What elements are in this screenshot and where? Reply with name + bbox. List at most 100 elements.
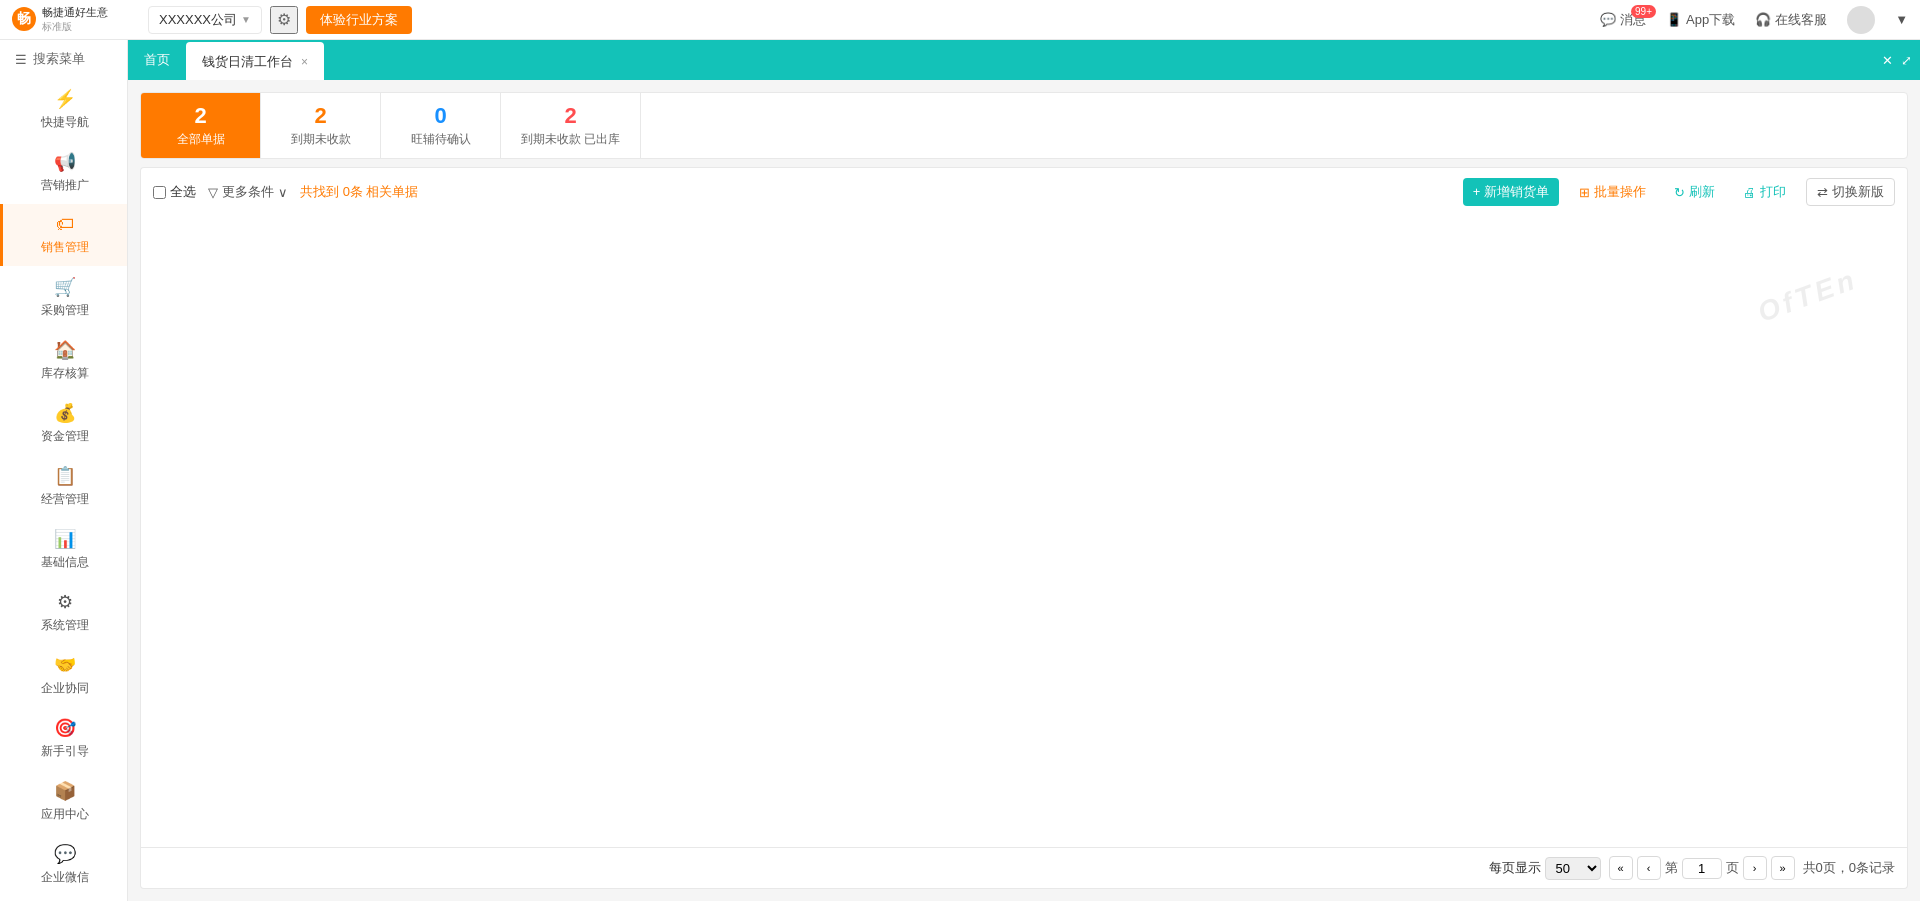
basics-icon: 📊 bbox=[54, 528, 76, 550]
sidebar-label-guide: 新手引导 bbox=[41, 743, 89, 760]
collapse-icon[interactable]: ✕ bbox=[1882, 53, 1893, 68]
refresh-label: 刷新 bbox=[1689, 183, 1715, 201]
app-download-button[interactable]: 📱 App下载 bbox=[1666, 11, 1735, 29]
stat-label-pending: 旺辅待确认 bbox=[401, 131, 480, 148]
tab-home[interactable]: 首页 bbox=[128, 40, 186, 80]
quick-nav-icon: ⚡ bbox=[54, 88, 76, 110]
sidebar-item-basics[interactable]: 📊 基础信息 bbox=[0, 518, 127, 581]
stats-tabs: 2 全部单据 2 到期未收款 0 旺辅待确认 2 到期未收款 已出库 bbox=[140, 92, 1908, 159]
sidebar-item-enterprise[interactable]: 🤝 企业协同 bbox=[0, 644, 127, 707]
table-area bbox=[140, 216, 1908, 848]
total-info: 共0页，0条记录 bbox=[1803, 859, 1895, 877]
filter-chevron-icon: ∨ bbox=[278, 185, 288, 200]
batch-operations-button[interactable]: ⊞ 批量操作 bbox=[1571, 179, 1654, 205]
sidebar-item-vip[interactable]: V 畅会员 bbox=[0, 896, 127, 901]
main-layout: ☰ 搜索菜单 ⚡ 快捷导航 📢 营销推广 🏷 销售管理 🛒 采购管理 🏠 库存核… bbox=[0, 40, 1920, 901]
company-name: XXXXXX公司 bbox=[159, 11, 237, 29]
company-selector[interactable]: XXXXXX公司 ▼ bbox=[148, 6, 262, 34]
page-suffix: 页 bbox=[1726, 859, 1739, 877]
sidebar-label-finance: 资金管理 bbox=[41, 428, 89, 445]
sidebar-item-purchase[interactable]: 🛒 采购管理 bbox=[0, 266, 127, 329]
select-all-input[interactable] bbox=[153, 186, 166, 199]
per-page-label: 每页显示 bbox=[1489, 859, 1541, 877]
found-prefix: 共找到 bbox=[300, 184, 339, 199]
sidebar-item-search[interactable]: ☰ 搜索菜单 bbox=[0, 40, 127, 78]
page-number-input[interactable] bbox=[1682, 858, 1722, 879]
guide-icon: 🎯 bbox=[54, 717, 76, 739]
print-icon: 🖨 bbox=[1743, 185, 1756, 200]
sidebar-item-quick-nav[interactable]: ⚡ 快捷导航 bbox=[0, 78, 127, 141]
chevron-down-icon-user: ▼ bbox=[1895, 12, 1908, 27]
sidebar-item-apps[interactable]: 📦 应用中心 bbox=[0, 770, 127, 833]
print-button[interactable]: 🖨 打印 bbox=[1735, 179, 1794, 205]
finance-icon: 💰 bbox=[54, 402, 76, 424]
sidebar-item-marketing[interactable]: 📢 营销推广 bbox=[0, 141, 127, 204]
switch-version-button[interactable]: ⇄ 切换新版 bbox=[1806, 178, 1895, 206]
system-icon: ⚙ bbox=[57, 591, 73, 613]
wechat-icon: 💬 bbox=[54, 843, 76, 865]
stat-tab-overdue[interactable]: 2 到期未收款 bbox=[261, 93, 381, 158]
select-all-label: 全选 bbox=[170, 183, 196, 201]
found-unit: 条 bbox=[350, 184, 363, 199]
download-icon: 📱 bbox=[1666, 12, 1682, 27]
add-sale-order-button[interactable]: + 新增销货单 bbox=[1463, 178, 1559, 206]
tab-current[interactable]: 钱货日清工作台 × bbox=[186, 42, 324, 82]
sidebar-label-purchase: 采购管理 bbox=[41, 302, 89, 319]
sidebar-label-apps: 应用中心 bbox=[41, 806, 89, 823]
sidebar-label-enterprise: 企业协同 bbox=[41, 680, 89, 697]
sidebar-item-system[interactable]: ⚙ 系统管理 bbox=[0, 581, 127, 644]
stat-count-overdue-out: 2 bbox=[521, 103, 620, 129]
print-label: 打印 bbox=[1760, 183, 1786, 201]
content-area: 首页 钱货日清工作台 × ✕ ⤢ 2 全部单据 2 到期未收款 bbox=[128, 40, 1920, 901]
filter-button[interactable]: ▽ 更多条件 ∨ bbox=[208, 183, 288, 201]
sidebar-label-quick-nav: 快捷导航 bbox=[41, 114, 89, 131]
app-name: 畅捷通好生意 bbox=[42, 5, 108, 19]
prev-page-button[interactable]: ‹ bbox=[1637, 856, 1661, 880]
tab-bar: 首页 钱货日清工作台 × ✕ ⤢ bbox=[128, 40, 1920, 80]
first-page-button[interactable]: « bbox=[1609, 856, 1633, 880]
select-all-checkbox[interactable]: 全选 bbox=[153, 183, 196, 201]
stat-tab-overdue-out[interactable]: 2 到期未收款 已出库 bbox=[501, 93, 641, 158]
sidebar-item-finance[interactable]: 💰 资金管理 bbox=[0, 392, 127, 455]
per-page-select[interactable]: 50 100 200 bbox=[1545, 857, 1601, 880]
service-icon: 🎧 bbox=[1755, 12, 1771, 27]
page-label: 第 bbox=[1665, 859, 1678, 877]
stat-tab-pending[interactable]: 0 旺辅待确认 bbox=[381, 93, 501, 158]
expand-icon[interactable]: ⤢ bbox=[1901, 53, 1912, 68]
sidebar-item-inventory[interactable]: 🏠 库存核算 bbox=[0, 329, 127, 392]
switch-label: 切换新版 bbox=[1832, 183, 1884, 201]
toolbar-right: + 新增销货单 ⊞ 批量操作 ↻ 刷新 🖨 打印 ⇄ bbox=[1463, 178, 1895, 206]
stat-tab-all[interactable]: 2 全部单据 bbox=[141, 93, 261, 158]
sidebar-item-sales[interactable]: 🏷 销售管理 bbox=[0, 204, 127, 266]
search-icon: ☰ bbox=[15, 52, 27, 67]
inventory-icon: 🏠 bbox=[54, 339, 76, 361]
found-text: 共找到 0条 相关单据 bbox=[300, 183, 418, 201]
app-download-label: App下载 bbox=[1686, 11, 1735, 29]
tab-bar-right: ✕ ⤢ bbox=[1882, 53, 1920, 68]
user-avatar[interactable] bbox=[1847, 6, 1875, 34]
sidebar-label-system: 系统管理 bbox=[41, 617, 89, 634]
app-version: 标准版 bbox=[42, 20, 108, 34]
refresh-button[interactable]: ↻ 刷新 bbox=[1666, 179, 1723, 205]
message-button[interactable]: 💬 消息 99+ bbox=[1600, 11, 1646, 29]
sidebar-item-operations[interactable]: 📋 经营管理 bbox=[0, 455, 127, 518]
trial-button[interactable]: 体验行业方案 bbox=[306, 6, 412, 34]
sales-icon: 🏷 bbox=[56, 214, 74, 235]
sidebar-item-guide[interactable]: 🎯 新手引导 bbox=[0, 707, 127, 770]
next-page-button[interactable]: › bbox=[1743, 856, 1767, 880]
tab-close-button[interactable]: × bbox=[301, 55, 308, 69]
stat-count-overdue: 2 bbox=[281, 103, 360, 129]
user-name[interactable]: ▼ bbox=[1895, 12, 1908, 27]
settings-button[interactable]: ⚙ bbox=[270, 6, 298, 34]
stat-count-all: 2 bbox=[161, 103, 240, 129]
sidebar-label-marketing: 营销推广 bbox=[41, 177, 89, 194]
operations-icon: 📋 bbox=[54, 465, 76, 487]
online-service-button[interactable]: 🎧 在线客服 bbox=[1755, 11, 1827, 29]
last-page-button[interactable]: » bbox=[1771, 856, 1795, 880]
page-size-selector: 每页显示 50 100 200 bbox=[1489, 857, 1601, 880]
found-count: 0 bbox=[343, 184, 350, 199]
purchase-icon: 🛒 bbox=[54, 276, 76, 298]
sidebar-item-wechat[interactable]: 💬 企业微信 bbox=[0, 833, 127, 896]
toolbar-left: 全选 ▽ 更多条件 ∨ 共找到 0条 相关单据 bbox=[153, 183, 418, 201]
refresh-icon: ↻ bbox=[1674, 185, 1685, 200]
